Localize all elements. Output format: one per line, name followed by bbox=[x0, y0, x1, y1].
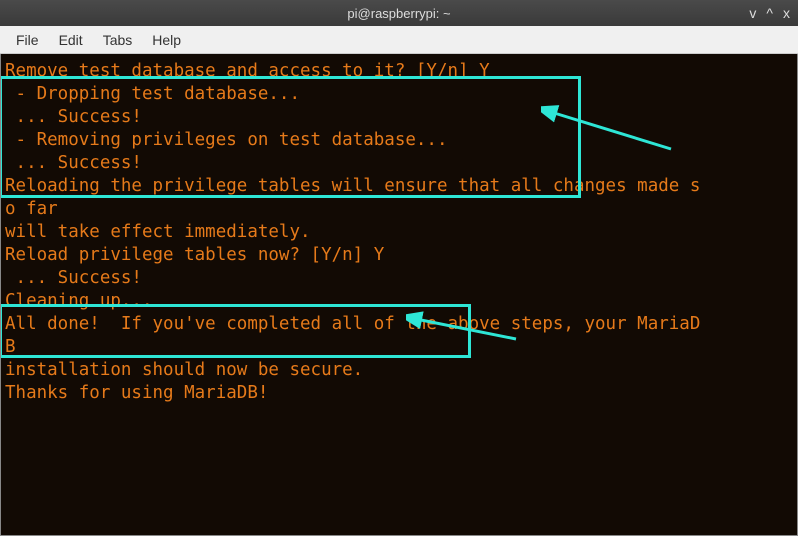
menu-help[interactable]: Help bbox=[142, 28, 191, 52]
terminal-line: will take effect immediately. bbox=[5, 221, 793, 244]
terminal-output[interactable]: Remove test database and access to it? [… bbox=[0, 54, 798, 536]
terminal-line: B bbox=[5, 336, 793, 359]
terminal-line: Remove test database and access to it? [… bbox=[5, 60, 793, 83]
close-button[interactable]: x bbox=[783, 5, 790, 21]
terminal-line: installation should now be secure. bbox=[5, 359, 793, 382]
menubar: File Edit Tabs Help bbox=[0, 26, 798, 54]
terminal-line: Reload privilege tables now? [Y/n] Y bbox=[5, 244, 793, 267]
terminal-line: All done! If you've completed all of the… bbox=[5, 313, 793, 336]
terminal-line: ... Success! bbox=[5, 152, 793, 175]
terminal-line: ... Success! bbox=[5, 267, 793, 290]
window-title: pi@raspberrypi: ~ bbox=[347, 6, 450, 21]
terminal-line: Cleaning up... bbox=[5, 290, 793, 313]
minimize-button[interactable]: v bbox=[749, 5, 756, 21]
menu-tabs[interactable]: Tabs bbox=[93, 28, 143, 52]
menu-edit[interactable]: Edit bbox=[49, 28, 93, 52]
maximize-button[interactable]: ^ bbox=[766, 5, 773, 21]
terminal-line: Thanks for using MariaDB! bbox=[5, 382, 793, 405]
terminal-line: Reloading the privilege tables will ensu… bbox=[5, 175, 793, 198]
terminal-line: - Removing privileges on test database..… bbox=[5, 129, 793, 152]
terminal-line: - Dropping test database... bbox=[5, 83, 793, 106]
terminal-line: o far bbox=[5, 198, 793, 221]
menu-file[interactable]: File bbox=[6, 28, 49, 52]
window-controls: v ^ x bbox=[749, 0, 790, 26]
window-titlebar: pi@raspberrypi: ~ v ^ x bbox=[0, 0, 798, 26]
terminal-line: ... Success! bbox=[5, 106, 793, 129]
